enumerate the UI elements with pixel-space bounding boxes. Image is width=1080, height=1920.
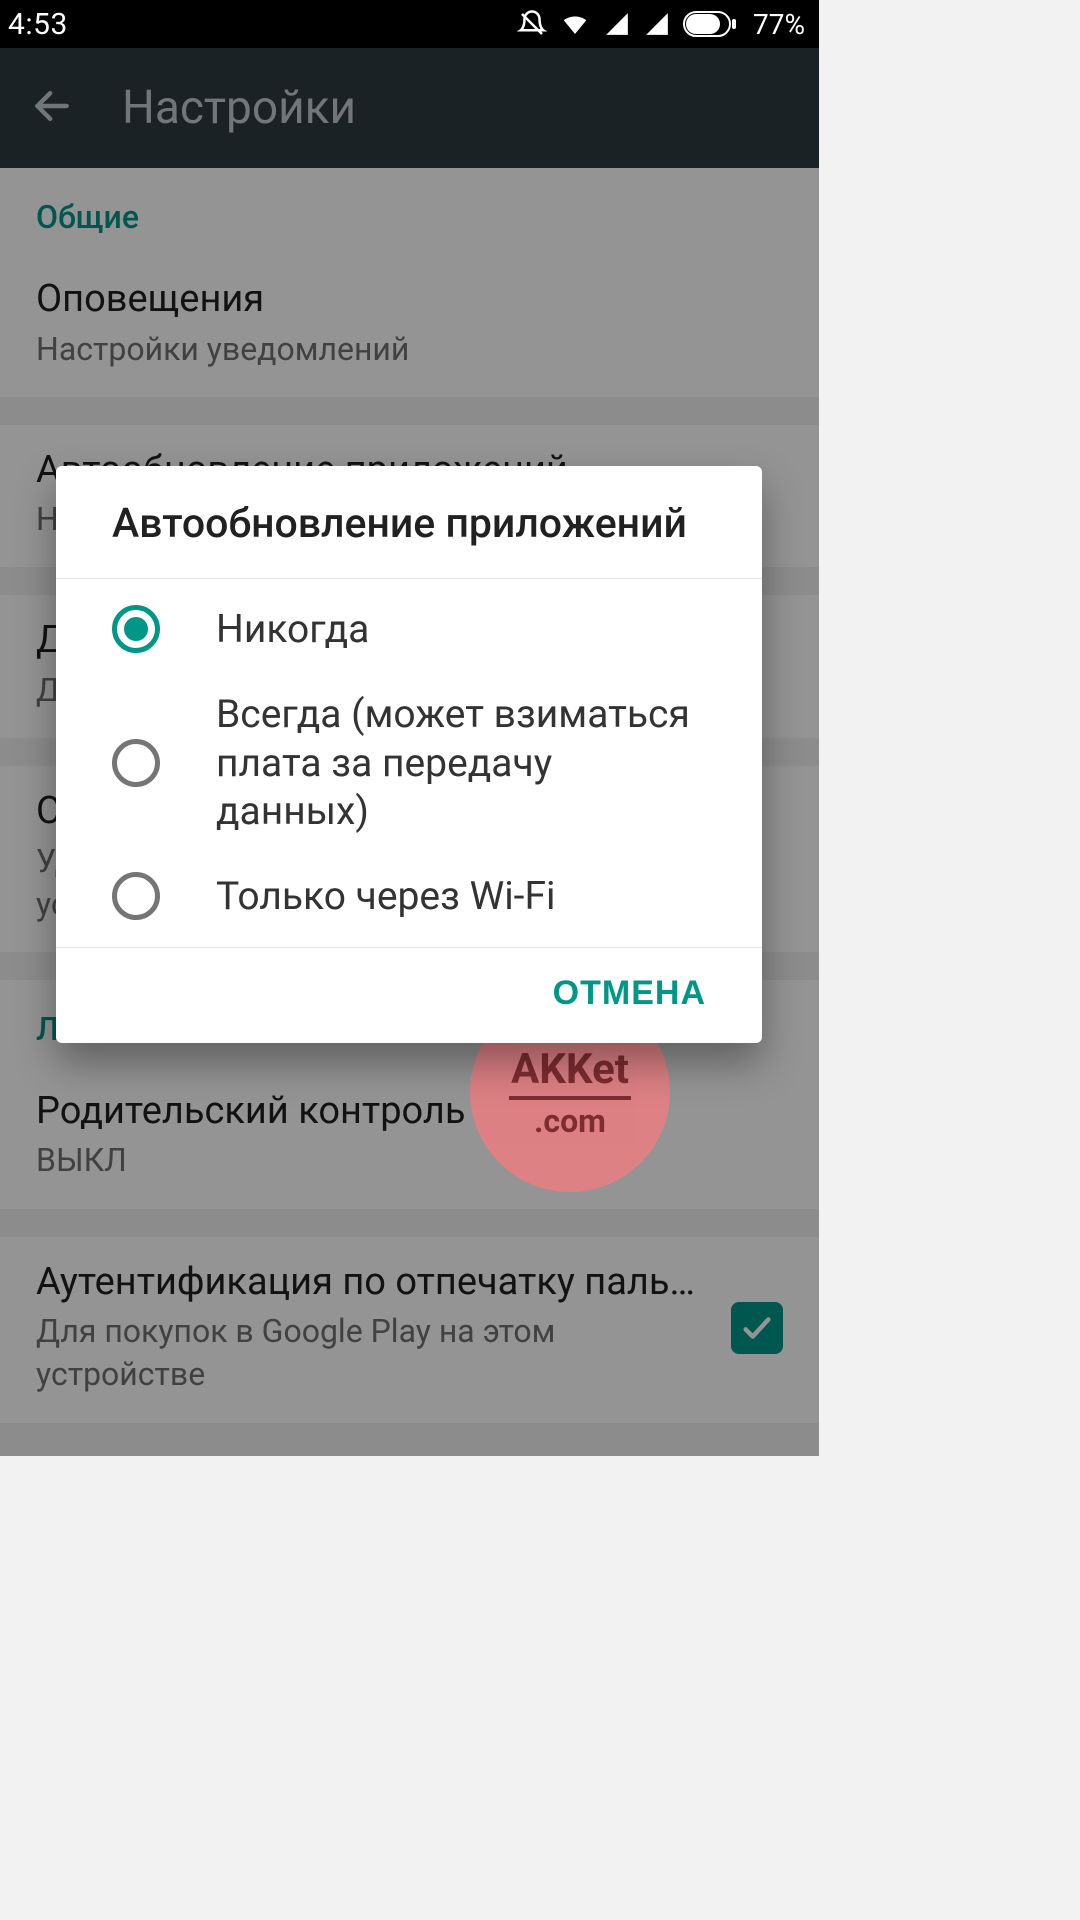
wifi-icon [559, 9, 591, 39]
auto-update-dialog: Автообновление приложений Никогда Всегда… [56, 466, 762, 1043]
option-label: Только через Wi-Fi [216, 872, 556, 921]
radio-group: Никогда Всегда (может взиматься плата за… [56, 579, 762, 948]
radio-unselected-icon [112, 739, 160, 787]
signal-icon [603, 11, 631, 37]
radio-unselected-icon [112, 872, 160, 920]
option-label: Всегда (может взиматься плата за передач… [216, 690, 706, 836]
option-never[interactable]: Никогда [56, 587, 762, 672]
dialog-actions: ОТМЕНА [56, 948, 762, 1043]
status-clock: 4:53 [8, 7, 68, 42]
status-bar: 4:53 77% [0, 0, 819, 48]
option-label: Никогда [216, 605, 369, 654]
watermark-text-bottom: .com [534, 1102, 606, 1140]
battery-percent: 77% [753, 8, 805, 41]
radio-selected-icon [112, 605, 160, 653]
option-always[interactable]: Всегда (может взиматься плата за передач… [56, 672, 762, 854]
battery-icon [683, 11, 737, 37]
signal-icon-2 [643, 11, 671, 37]
watermark-text-top: AKKet [509, 1045, 631, 1100]
status-indicators: 77% [517, 8, 805, 41]
cancel-button[interactable]: ОТМЕНА [553, 974, 706, 1013]
do-not-disturb-icon [517, 9, 547, 39]
option-wifi-only[interactable]: Только через Wi-Fi [56, 854, 762, 939]
dialog-title: Автообновление приложений [56, 466, 762, 579]
